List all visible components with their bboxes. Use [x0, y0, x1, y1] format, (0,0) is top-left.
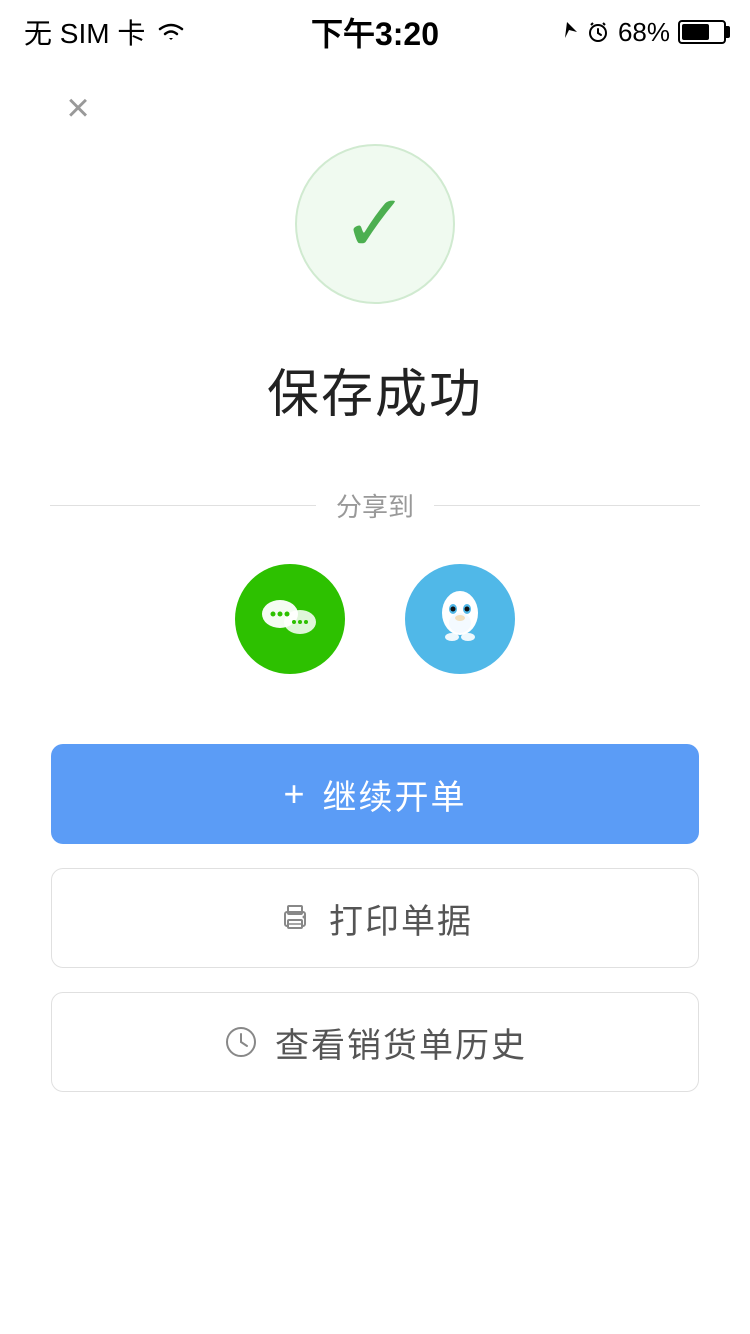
continue-icon: +: [283, 773, 306, 815]
battery-icon: [678, 20, 726, 44]
continue-label: 继续开单: [323, 770, 467, 819]
share-divider-row: 分享到: [0, 487, 750, 524]
share-section: 分享到: [0, 487, 750, 674]
share-icons: [235, 564, 515, 674]
location-icon: [556, 21, 578, 43]
checkmark-icon: ✓: [341, 184, 408, 264]
status-bar: 无 SIM 卡 下午3:20 68%: [0, 0, 750, 64]
status-right: 68%: [556, 17, 726, 48]
status-time: 下午3:20: [311, 9, 439, 55]
history-label: 查看销货单历史: [275, 1018, 527, 1067]
wechat-share-button[interactable]: [235, 564, 345, 674]
action-buttons: + 继续开单 打印单据 查看销货单历史: [51, 744, 699, 1092]
success-title: 保存成功: [267, 352, 483, 427]
qq-logo-icon: [431, 585, 489, 653]
status-left: 无 SIM 卡: [24, 12, 187, 52]
wifi-icon: [155, 20, 187, 44]
qq-share-button[interactable]: [405, 564, 515, 674]
success-circle: ✓: [295, 144, 455, 304]
close-button[interactable]: ×: [50, 80, 106, 136]
continue-button[interactable]: + 继续开单: [51, 744, 699, 844]
wechat-logo-icon: [258, 592, 322, 646]
print-label: 打印单据: [329, 894, 473, 943]
divider-right: [434, 505, 700, 506]
history-button[interactable]: 查看销货单历史: [51, 992, 699, 1092]
divider-left: [50, 505, 316, 506]
printer-icon: [277, 900, 313, 936]
battery-percent: 68%: [618, 17, 670, 48]
clock-icon: [223, 1024, 259, 1060]
print-button[interactable]: 打印单据: [51, 868, 699, 968]
close-icon: ×: [66, 88, 89, 128]
carrier-text: 无 SIM 卡: [24, 12, 145, 52]
alarm-icon: [586, 20, 610, 44]
share-label: 分享到: [316, 487, 434, 524]
main-content: ✓ 保存成功 分享到: [0, 64, 750, 1092]
